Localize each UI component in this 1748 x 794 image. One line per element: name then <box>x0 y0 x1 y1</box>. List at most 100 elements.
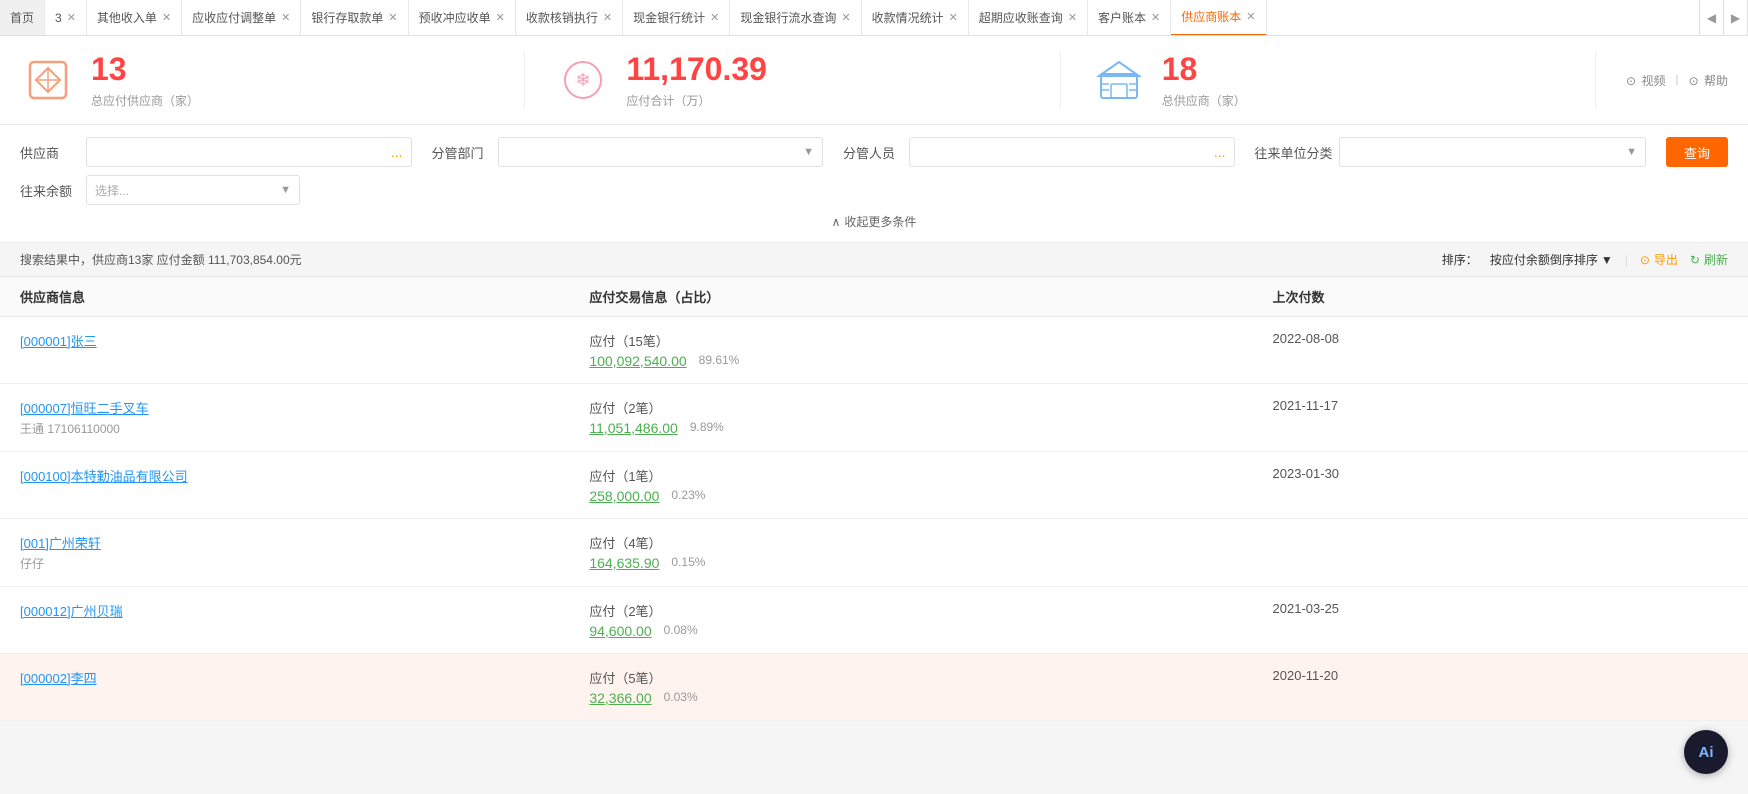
table-row[interactable]: [000012]广州贝瑞 应付（2笔） 94,600.00 0.08% 2021… <box>0 587 1748 654</box>
table-row[interactable]: [000007]恒旺二手叉车 王通 17106110000 应付（2笔） 11,… <box>0 384 1748 452</box>
supplier-link[interactable]: [000100]本特勤油品有限公司 <box>20 469 188 484</box>
balance-chevron-icon: ▼ <box>280 184 291 196</box>
supplier-sub: 仔仔 <box>20 555 589 572</box>
close-tab-prerecv[interactable]: ✕ <box>496 11 505 24</box>
transaction-label: 应付（4笔） <box>589 533 1272 552</box>
supplier-link[interactable]: [000002]李四 <box>20 671 97 686</box>
lastpay-date: 2021-11-17 <box>1273 398 1339 413</box>
table-row[interactable]: [000100]本特勤油品有限公司 应付（1笔） 258,000.00 0.23… <box>0 452 1748 519</box>
nav-arrows: ◀ ▶ <box>1699 0 1748 36</box>
query-button[interactable]: 查询 <box>1666 137 1728 167</box>
transaction-amount[interactable]: 258,000.00 <box>589 488 659 504</box>
nav-tab-bank[interactable]: 银行存取款单 ✕ <box>301 0 408 36</box>
summary-card-total-suppliers: 18 总供应商（家） <box>1091 51 1596 109</box>
transaction-amount[interactable]: 100,092,540.00 <box>589 353 686 369</box>
close-tab-recvstat[interactable]: ✕ <box>949 11 958 24</box>
close-tab-income[interactable]: ✕ <box>162 11 171 24</box>
nav-tab-cashstat[interactable]: 现金银行统计 ✕ <box>623 0 730 36</box>
nav-tab-recvstat[interactable]: 收款情况统计 ✕ <box>862 0 969 36</box>
transaction-amount[interactable]: 32,366.00 <box>589 690 651 706</box>
transaction-cell: 应付（2笔） 11,051,486.00 9.89% <box>589 398 1272 436</box>
supplier-link[interactable]: [000001]张三 <box>20 334 97 349</box>
lastpay-date: 2023-01-30 <box>1273 466 1340 481</box>
dept-label: 分管部门 <box>432 143 492 162</box>
transaction-amount[interactable]: 11,051,486.00 <box>589 420 678 436</box>
nav-tab-adjust[interactable]: 应收应付调整单 ✕ <box>182 0 301 36</box>
filter-person: 分管人员 ... <box>843 137 1235 167</box>
close-tab-custbook[interactable]: ✕ <box>1151 11 1160 24</box>
summary-area: 13 总应付供应商（家） ❄ 11,170.39 应付合计（万） <box>0 36 1748 125</box>
close-tab-supplierbook[interactable]: ✕ <box>1246 10 1255 23</box>
results-bar: 搜索结果中，供应商13家 应付金额 111,703,854.00元 排序： 按应… <box>0 243 1748 277</box>
nav-tab-3[interactable]: 3 ✕ <box>45 0 87 36</box>
person-input[interactable]: ... <box>909 137 1235 167</box>
transaction-amount[interactable]: 94,600.00 <box>589 623 651 639</box>
filter-category: 往来单位分类 ▼ <box>1255 137 1647 167</box>
supplier-info-cell: [000100]本特勤油品有限公司 <box>20 466 589 485</box>
transaction-label: 应付（15笔） <box>589 331 1272 350</box>
supplier-link[interactable]: [000012]广州贝瑞 <box>20 604 123 619</box>
close-tab-adjust[interactable]: ✕ <box>281 11 290 24</box>
close-tab-overdue[interactable]: ✕ <box>1068 11 1077 24</box>
transaction-cell: 应付（2笔） 94,600.00 0.08% <box>589 601 1272 639</box>
header-lastpay: 上次付数 <box>1273 287 1728 306</box>
dept-input[interactable]: ▼ <box>498 137 824 167</box>
close-tab-verify[interactable]: ✕ <box>603 11 612 24</box>
close-tab-3[interactable]: ✕ <box>67 11 76 24</box>
lastpay-cell: 2020-11-20 <box>1273 668 1728 683</box>
nav-tab-prerecv[interactable]: 预收冲应收单 ✕ <box>409 0 516 36</box>
nav-tab-income[interactable]: 其他收入单 ✕ <box>87 0 182 36</box>
supplier-info-cell: [000001]张三 <box>20 331 589 350</box>
supplier-input[interactable]: ... <box>86 137 412 167</box>
close-tab-bank[interactable]: ✕ <box>388 11 397 24</box>
filter-dept: 分管部门 ▼ <box>432 137 824 167</box>
category-label: 往来单位分类 <box>1255 143 1333 162</box>
supplier-label: 供应商 <box>20 143 80 162</box>
nav-prev-arrow[interactable]: ◀ <box>1700 0 1724 36</box>
balance-input[interactable]: 选择... ▼ <box>86 175 300 205</box>
transaction-percent: 9.89% <box>690 420 724 434</box>
help-links: ⊙ 视频 | ⊙ 帮助 <box>1626 72 1728 89</box>
dept-chevron-icon: ▼ <box>803 146 814 158</box>
snowflake-icon: ❄ <box>555 52 611 108</box>
table-row[interactable]: [000002]李四 应付（5笔） 32,366.00 0.03% 2020-1… <box>0 654 1748 721</box>
filter-supplier: 供应商 ... <box>20 137 412 167</box>
close-tab-cashstat[interactable]: ✕ <box>710 11 719 24</box>
supplier-link[interactable]: [000007]恒旺二手叉车 <box>20 401 149 416</box>
top-navigation: 首页 3 ✕ 其他收入单 ✕ 应收应付调整单 ✕ 银行存取款单 ✕ 预收冲应收单… <box>0 0 1748 36</box>
close-tab-cashflow[interactable]: ✕ <box>841 11 850 24</box>
transaction-amount[interactable]: 164,635.90 <box>589 555 659 571</box>
person-dots-icon[interactable]: ... <box>1214 144 1226 160</box>
store-icon <box>1091 52 1147 108</box>
total-payable-amount: 11,170.39 <box>626 51 767 88</box>
collapse-button[interactable]: ∧ 收起更多条件 <box>20 213 1728 230</box>
header-supplier: 供应商信息 <box>20 287 589 306</box>
person-label: 分管人员 <box>843 143 903 162</box>
nav-tab-home[interactable]: 首页 <box>0 0 45 36</box>
supplier-dots-icon[interactable]: ... <box>391 144 403 160</box>
export-icon: ⊙ <box>1640 253 1650 267</box>
export-button[interactable]: ⊙ 导出 <box>1640 251 1678 268</box>
filter-balance: 往来余额 选择... ▼ <box>20 175 300 205</box>
lastpay-date: 2021-03-25 <box>1273 601 1340 616</box>
lastpay-cell: 2022-08-08 <box>1273 331 1728 346</box>
supplier-info-cell: [000012]广州贝瑞 <box>20 601 589 620</box>
video-link[interactable]: ⊙ 视频 <box>1626 72 1665 89</box>
table-row[interactable]: [000001]张三 应付（15笔） 100,092,540.00 89.61%… <box>0 317 1748 384</box>
nav-tab-cashflow[interactable]: 现金银行流水查询 ✕ <box>730 0 861 36</box>
supplier-link[interactable]: [001]广州荣轩 <box>20 536 101 551</box>
refresh-button[interactable]: ↻ 刷新 <box>1690 251 1728 268</box>
transaction-cell: 应付（15笔） 100,092,540.00 89.61% <box>589 331 1272 369</box>
nav-tab-overdue[interactable]: 超期应收账查询 ✕ <box>969 0 1088 36</box>
nav-tab-verify[interactable]: 收款核销执行 ✕ <box>516 0 623 36</box>
nav-tab-custbook[interactable]: 客户账本 ✕ <box>1088 0 1171 36</box>
sort-select[interactable]: 按应付余额倒序排序 ▼ <box>1490 251 1613 268</box>
category-input[interactable]: ▼ <box>1339 137 1646 167</box>
lastpay-cell: 2021-11-17 <box>1273 398 1728 413</box>
ai-button[interactable]: Ai <box>1684 730 1728 774</box>
table-row[interactable]: [001]广州荣轩 仔仔 应付（4笔） 164,635.90 0.15% <box>0 519 1748 587</box>
category-chevron-icon: ▼ <box>1626 146 1637 158</box>
nav-tab-supplierbook[interactable]: 供应商账本 ✕ <box>1171 0 1266 36</box>
nav-next-arrow[interactable]: ▶ <box>1724 0 1748 36</box>
help-link[interactable]: ⊙ 帮助 <box>1689 72 1728 89</box>
